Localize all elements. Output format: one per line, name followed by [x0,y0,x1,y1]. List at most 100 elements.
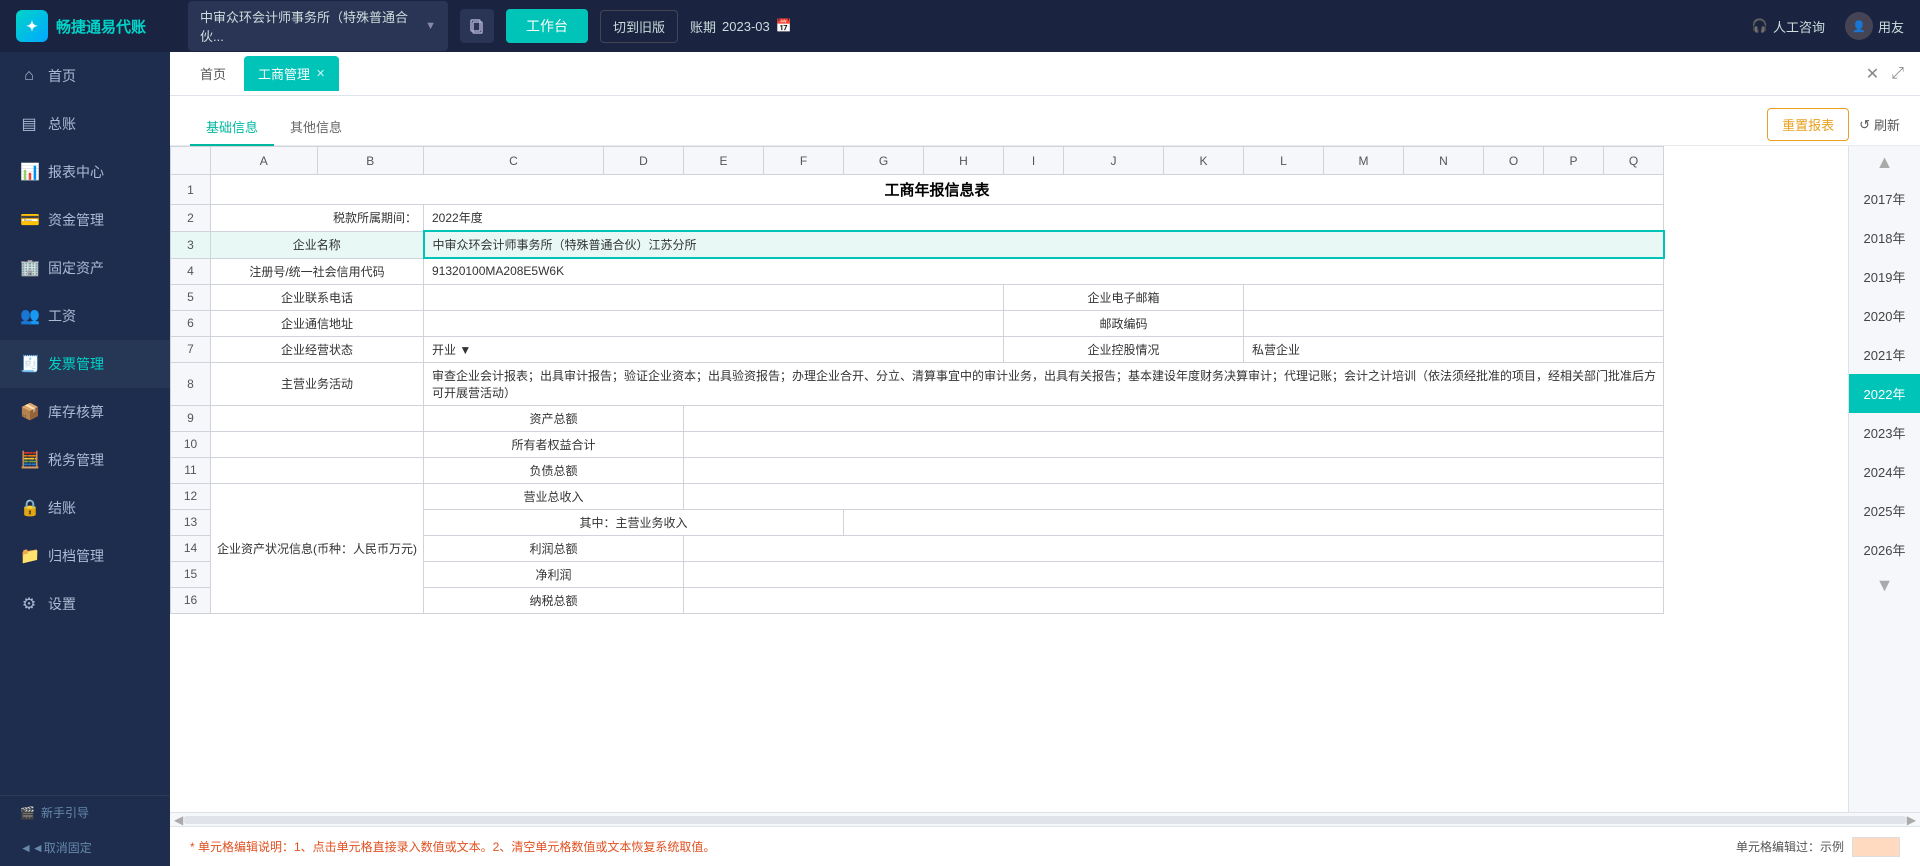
col-header-e[interactable]: E [684,147,764,175]
mainrev-value-cell[interactable] [844,509,1664,535]
equity-value-cell[interactable] [684,431,1664,457]
new-user-guide[interactable]: 🎬 新手引导 [0,796,170,829]
sub-tab-other[interactable]: 其他信息 [274,109,358,146]
col-header-m[interactable]: M [1324,147,1404,175]
col-header-f[interactable]: F [764,147,844,175]
table-row: 12 企业资产状况信息(币种：人民币万元) 营业总收入 [171,483,1664,509]
year-scroll-up-icon[interactable]: ▲ [1870,146,1900,179]
phone-value-cell[interactable] [424,284,1004,310]
sidebar-item-archive[interactable]: 📁 归档管理 [0,532,170,580]
assets-label-cell: 资产总额 [424,405,684,431]
year-item-2025[interactable]: 2025年 [1849,491,1920,530]
period-label-cell: 税款所属期间： [211,205,424,232]
sidebar-item-inventory[interactable]: 📦 库存核算 [0,388,170,436]
netprofit-value-cell[interactable] [684,561,1664,587]
year-scroll-down-icon[interactable]: ▼ [1870,569,1900,602]
year-item-2020[interactable]: 2020年 [1849,296,1920,335]
refresh-button[interactable]: ↺ 刷新 [1859,115,1900,134]
copy-button[interactable] [460,9,494,43]
tax-value-cell[interactable] [684,587,1664,613]
email-value-cell[interactable] [1244,284,1664,310]
table-row: 7 企业经营状态 开业 ▼ 企业控股情况 私营企业 [171,336,1664,362]
assets-icon: 🏢 [20,258,38,278]
spreadsheet[interactable]: A B C D E F G H I J K L [170,146,1848,812]
col-header-k[interactable]: K [1164,147,1244,175]
zipcode-value-cell[interactable] [1244,310,1664,336]
profit-label-cell: 利润总额 [424,535,684,561]
reg-value-cell[interactable]: 91320100MA208E5W6K [424,258,1664,284]
reset-button[interactable]: 重置报表 [1767,108,1849,141]
tab-commerce[interactable]: 工商管理 ✕ [244,56,339,91]
table-row: 3 企业名称 中审众环会计师事务所（特殊普通合伙）江苏分所 [171,231,1664,258]
assets-value-cell[interactable] [684,405,1664,431]
sidebar-item-payroll[interactable]: 👥 工资 [0,292,170,340]
calendar-icon[interactable]: 📅 [776,18,792,34]
sidebar-item-ledger[interactable]: ▤ 总账 [0,100,170,148]
company-selector[interactable]: 中审众环会计师事务所（特殊普通合伙... ▼ [188,1,448,51]
year-item-2022[interactable]: 2022年 [1849,374,1920,413]
col-header-i[interactable]: I [1004,147,1064,175]
col-header-p[interactable]: P [1544,147,1604,175]
col-header-q[interactable]: Q [1604,147,1664,175]
sidebar-item-invoice[interactable]: 🧾 发票管理 [0,340,170,388]
row-num: 12 [171,483,211,509]
old-version-button[interactable]: 切到旧版 [600,10,678,43]
scroll-right-icon[interactable]: ▶ [1907,813,1916,827]
col-header-h[interactable]: H [924,147,1004,175]
year-item-2021[interactable]: 2021年 [1849,335,1920,374]
unpin-button[interactable]: ◄◄取消固定 [0,829,170,866]
tab-home[interactable]: 首页 [186,56,240,91]
sidebar-item-settings[interactable]: ⚙ 设置 [0,580,170,628]
sidebar-item-finance[interactable]: 💳 资金管理 [0,196,170,244]
tax-label-cell: 纳税总额 [424,587,684,613]
service-button[interactable]: 🎧 人工咨询 [1752,17,1825,36]
year-item-2026[interactable]: 2026年 [1849,530,1920,569]
col-header-o[interactable]: O [1484,147,1544,175]
rev-value-cell[interactable] [684,483,1664,509]
biz-value-cell[interactable]: 审查企业会计报表；出具审计报告；验证企业资本；出具验资报告；办理企业合开、分立、… [424,362,1664,405]
sidebar-item-tax[interactable]: 🧮 税务管理 [0,436,170,484]
top-bar: ✦ 畅捷通易代账 中审众环会计师事务所（特殊普通合伙... ▼ 工作台 切到旧版… [0,0,1920,52]
sidebar-item-closing[interactable]: 🔒 结账 [0,484,170,532]
col-header-c[interactable]: C [424,147,604,175]
workbench-button[interactable]: 工作台 [506,9,588,43]
report-icon: 📊 [20,162,38,182]
invoice-icon: 🧾 [20,354,38,374]
year-item-2019[interactable]: 2019年 [1849,257,1920,296]
year-item-2023[interactable]: 2023年 [1849,413,1920,452]
address-value-cell[interactable] [424,310,1004,336]
col-header-j[interactable]: J [1064,147,1164,175]
col-header-a[interactable]: A [211,147,318,175]
table-row: 2 税款所属期间： 2022年度 [171,205,1664,232]
close-window-icon[interactable]: ✕ [1866,64,1879,84]
sidebar-item-home[interactable]: ⌂ 首页 [0,52,170,100]
user-button[interactable]: 👤 用友 [1845,12,1904,40]
row-num: 4 [171,258,211,284]
col-header-l[interactable]: L [1244,147,1324,175]
year-item-2018[interactable]: 2018年 [1849,218,1920,257]
scroll-left-icon[interactable]: ◀ [174,813,183,827]
row-num: 15 [171,561,211,587]
scroll-track[interactable] [183,816,1907,824]
sidebar-item-assets[interactable]: 🏢 固定资产 [0,244,170,292]
col-header-g[interactable]: G [844,147,924,175]
company-name-cell[interactable]: 中审众环会计师事务所（特殊普通合伙）江苏分所 [424,231,1664,258]
horizontal-scrollbar[interactable]: ◀ ▶ [170,812,1920,826]
sidebar-item-report[interactable]: 📊 报表中心 [0,148,170,196]
col-header-b[interactable]: B [317,147,424,175]
status-value-cell[interactable]: 开业 ▼ [424,336,1004,362]
bottom-right: 单元格编辑过：示例 [1736,837,1900,857]
profit-value-cell[interactable] [684,535,1664,561]
period-value-cell[interactable]: 2022年度 [424,205,1664,232]
sub-tab-basic[interactable]: 基础信息 [190,109,274,146]
year-item-2024[interactable]: 2024年 [1849,452,1920,491]
guide-icon: 🎬 [20,806,35,820]
col-header-n[interactable]: N [1404,147,1484,175]
year-item-2017[interactable]: 2017年 [1849,179,1920,218]
maximize-window-icon[interactable]: ⤢ [1891,65,1904,83]
liab-value-cell[interactable] [684,457,1664,483]
holding-value-cell[interactable]: 私营企业 [1244,336,1664,362]
col-header-d[interactable]: D [604,147,684,175]
tab-close-icon[interactable]: ✕ [316,67,325,80]
equity-label-cell: 所有者权益合计 [424,431,684,457]
